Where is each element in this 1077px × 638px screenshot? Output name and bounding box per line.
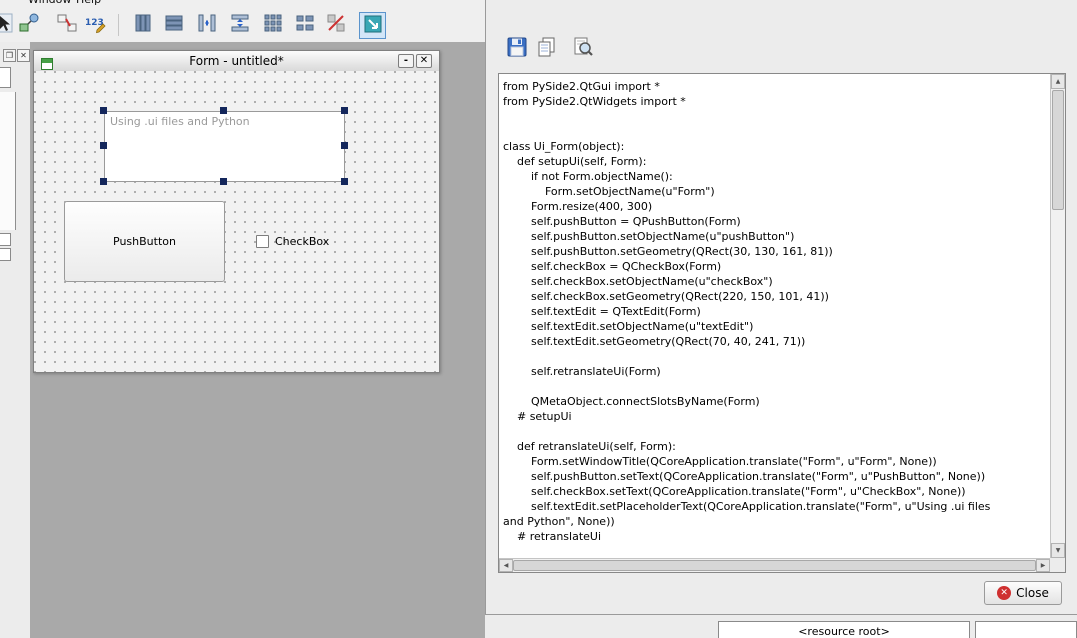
close-dialog-icon: ✕ — [997, 586, 1011, 600]
edit-buddies-icon — [56, 12, 78, 38]
layout-form-icon — [294, 12, 316, 38]
scroll-left-button[interactable]: ◀ — [499, 559, 513, 572]
vertical-scroll-thumb[interactable] — [1052, 90, 1064, 210]
textedit-placeholder: Using .ui files and Python — [110, 115, 250, 128]
edit-widgets-button[interactable] — [0, 12, 16, 38]
widgetbox-item[interactable] — [0, 233, 11, 246]
selection-handle[interactable] — [341, 142, 348, 149]
scroll-up-icon: ▲ — [1056, 78, 1061, 85]
break-layout-icon — [325, 12, 347, 38]
find-button[interactable] — [570, 36, 596, 62]
widgetbox-list[interactable] — [0, 92, 16, 230]
code-preview-dialog: from PySide2.QtGui import * from PySide2… — [485, 0, 1077, 615]
dock-float-icon: ❐ — [6, 51, 13, 60]
close-icon: ✕ — [420, 55, 428, 66]
scroll-up-button[interactable]: ▲ — [1051, 74, 1065, 89]
dock-close-button[interactable]: ✕ — [17, 49, 30, 62]
selection-handle[interactable] — [100, 107, 107, 114]
form-window-titlebar[interactable]: Form - untitled* - ✕ — [34, 51, 439, 72]
resource-side-pane[interactable] — [975, 621, 1077, 638]
break-layout-button[interactable] — [323, 12, 349, 38]
scroll-down-icon: ▼ — [1056, 547, 1061, 554]
close-window-button[interactable]: ✕ — [416, 54, 432, 68]
dock-float-button[interactable]: ❐ — [3, 49, 16, 62]
layout-vertical-button[interactable] — [161, 12, 187, 38]
close-dialog-label: Close — [1016, 586, 1049, 600]
selection-handle[interactable] — [341, 107, 348, 114]
code-view[interactable]: from PySide2.QtGui import * from PySide2… — [499, 74, 1050, 558]
scroll-down-button[interactable]: ▼ — [1051, 543, 1065, 558]
layout-horizontal-icon — [132, 12, 154, 38]
scroll-right-icon: ▶ — [1041, 562, 1046, 569]
selection-handle[interactable] — [220, 107, 227, 114]
save-icon — [505, 35, 529, 63]
dock-close-icon: ✕ — [20, 51, 27, 60]
scrollbar-corner — [1050, 558, 1065, 572]
layout-form-button[interactable] — [292, 12, 318, 38]
adjust-size-icon — [362, 13, 384, 39]
layout-horizontal-button[interactable] — [130, 12, 156, 38]
edit-widgets-icon — [0, 12, 14, 38]
layout-splitter-vertical-icon — [229, 12, 251, 38]
edit-buddies-button[interactable] — [54, 12, 80, 38]
bottom-panel-area: <resource root> — [485, 615, 1077, 638]
pushbutton-label: PushButton — [113, 235, 176, 248]
form-window-title: Form - untitled* — [34, 54, 439, 68]
toolbar-separator — [118, 14, 119, 36]
selection-handle[interactable] — [220, 178, 227, 185]
selection-handle[interactable] — [341, 178, 348, 185]
form-canvas[interactable]: Using .ui files and Python PushButton Ch… — [34, 71, 439, 372]
resource-root-label: <resource root> — [798, 625, 890, 638]
checkbox-indicator[interactable] — [256, 235, 269, 248]
layout-splitter-horizontal-icon — [196, 12, 218, 38]
checkbox-label: CheckBox — [275, 235, 329, 248]
minimize-button[interactable]: - — [398, 54, 414, 68]
edit-tab-order-button[interactable]: 123 — [82, 12, 108, 38]
selection-handle[interactable] — [100, 178, 107, 185]
minimize-icon: - — [404, 55, 408, 66]
left-dock-strip: ❐ ✕ — [0, 42, 30, 638]
layout-vertical-icon — [163, 12, 185, 38]
horizontal-scrollbar[interactable]: ◀ ▶ — [499, 558, 1050, 572]
find-icon — [571, 35, 595, 63]
menu-help[interactable]: Help — [76, 0, 101, 8]
close-dialog-button[interactable]: ✕ Close — [984, 581, 1062, 605]
edit-signals-slots-button[interactable] — [16, 12, 42, 38]
qt-designer-screen: Window Help 123 — [0, 0, 1077, 638]
widgetbox-item[interactable] — [0, 248, 11, 261]
edit-signals-slots-icon — [18, 12, 40, 38]
layout-grid-icon — [262, 12, 284, 38]
layout-splitter-horizontal-button[interactable] — [194, 12, 220, 38]
pushbutton-widget[interactable]: PushButton — [64, 201, 225, 282]
edit-tab-order-icon: 123 — [84, 14, 106, 36]
copy-icon — [535, 35, 559, 63]
textedit-widget[interactable]: Using .ui files and Python — [104, 111, 345, 182]
copy-button[interactable] — [534, 36, 560, 62]
resource-root-item[interactable]: <resource root> — [718, 621, 970, 638]
menu-window[interactable]: Window — [28, 0, 71, 8]
selection-handle[interactable] — [100, 142, 107, 149]
code-view-area: from PySide2.QtGui import * from PySide2… — [498, 73, 1066, 573]
widgetbox-filter-input[interactable] — [0, 67, 11, 88]
scroll-right-button[interactable]: ▶ — [1036, 559, 1050, 572]
checkbox-widget[interactable]: CheckBox — [256, 221, 357, 262]
layout-grid-button[interactable] — [260, 12, 286, 38]
form-editor-window: Form - untitled* - ✕ Using .ui files and… — [33, 50, 440, 373]
horizontal-scroll-thumb[interactable] — [513, 560, 1036, 571]
scroll-left-icon: ◀ — [504, 562, 509, 569]
adjust-size-button[interactable] — [359, 12, 386, 39]
layout-splitter-vertical-button[interactable] — [227, 12, 253, 38]
save-button[interactable] — [504, 36, 530, 62]
vertical-scrollbar[interactable]: ▲ ▼ — [1050, 74, 1065, 558]
